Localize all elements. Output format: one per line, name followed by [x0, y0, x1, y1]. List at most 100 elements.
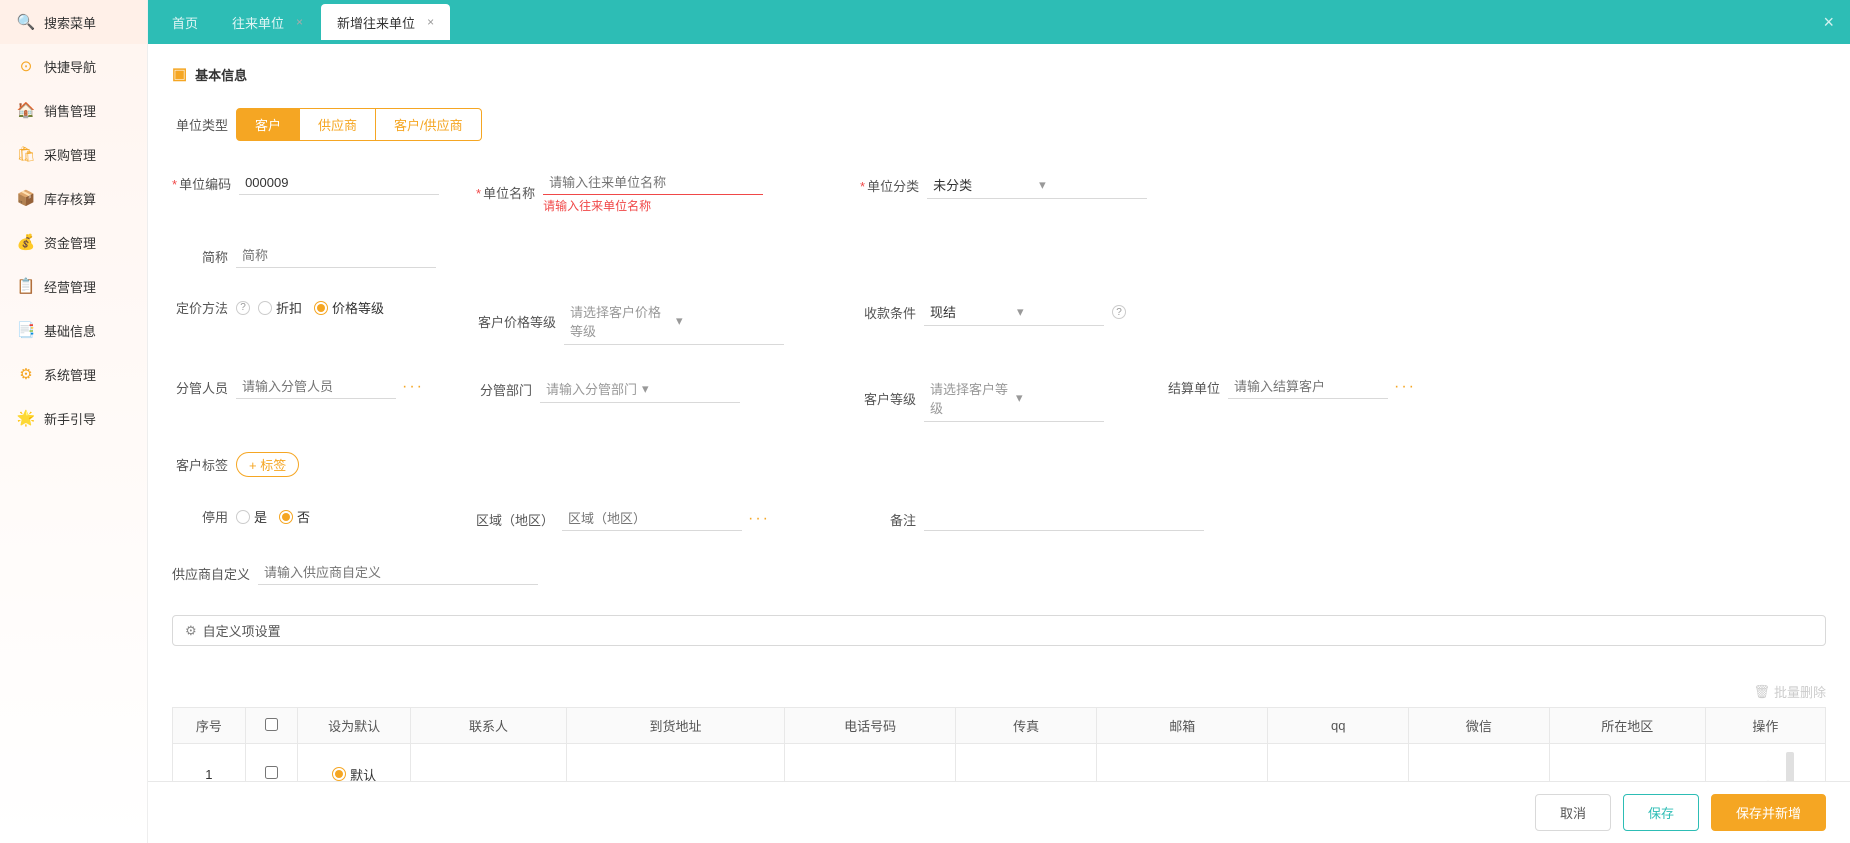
- settlement-unit-input[interactable]: [1228, 375, 1388, 399]
- section-icon: ▣: [172, 64, 187, 84]
- tab-partner[interactable]: 往来单位 ×: [216, 4, 319, 40]
- settlement-more-icon[interactable]: ···: [1394, 378, 1416, 396]
- payment-terms-dropdown[interactable]: 现结 ▾: [924, 298, 1104, 326]
- manager-more-icon[interactable]: ···: [402, 378, 424, 396]
- customer-price-level-dropdown[interactable]: 请选择客户价格等级 ▾: [564, 298, 784, 345]
- cell-qq[interactable]: [1268, 744, 1409, 782]
- radio-inner: [317, 304, 325, 312]
- manager-input[interactable]: [236, 375, 396, 399]
- tab-partner-close[interactable]: ×: [296, 15, 303, 29]
- inventory-icon: 📦: [16, 188, 36, 208]
- manager-label: 分管人员: [172, 378, 228, 397]
- drag-handle-icon[interactable]: [1786, 752, 1794, 781]
- customer-level-field: 客户等级 请选择客户等级 ▾: [860, 375, 1140, 422]
- tab-new-partner-close[interactable]: ×: [427, 15, 434, 29]
- add-tag-button[interactable]: + 标签: [236, 452, 299, 477]
- cell-default[interactable]: 默认: [298, 744, 411, 782]
- col-wechat: 微信: [1409, 708, 1550, 744]
- sidebar-item-label: 库存核算: [44, 189, 96, 208]
- save-and-new-button[interactable]: 保存并新增: [1711, 794, 1826, 831]
- cancel-button[interactable]: 取消: [1535, 794, 1611, 831]
- customer-level-dropdown[interactable]: 请选择客户等级 ▾: [924, 375, 1104, 422]
- remarks-input[interactable]: [924, 507, 1204, 531]
- unit-code-input[interactable]: [239, 171, 439, 195]
- cell-contact[interactable]: [410, 744, 566, 782]
- window-close-button[interactable]: ×: [1815, 12, 1842, 33]
- col-location: 所在地区: [1549, 708, 1705, 744]
- email-input[interactable]: [1137, 767, 1227, 782]
- row-checkbox[interactable]: [265, 766, 278, 779]
- unit-btn-supplier[interactable]: 供应商: [300, 108, 376, 141]
- unit-category-dropdown[interactable]: 未分类 ▾: [927, 171, 1147, 199]
- unit-name-input[interactable]: [543, 171, 763, 195]
- wechat-input[interactable]: [1444, 767, 1514, 782]
- save-button[interactable]: 保存: [1623, 794, 1699, 831]
- unit-name-field: *单位名称 请输入往来单位名称: [476, 171, 836, 214]
- pricing-level-radio[interactable]: 价格等级: [314, 298, 384, 317]
- system-icon: ⚙: [16, 364, 36, 384]
- pricing-method-info-icon[interactable]: ?: [236, 301, 250, 315]
- cell-phone[interactable]: [784, 744, 956, 782]
- pricing-discount-radio[interactable]: 折扣: [258, 298, 302, 317]
- radio-outer-checked: [314, 301, 328, 315]
- cell-checkbox[interactable]: [245, 744, 298, 782]
- col-default: 设为默认: [298, 708, 411, 744]
- batch-delete-button[interactable]: 🗑 批量删除: [1753, 682, 1826, 701]
- payment-terms-info-icon[interactable]: ?: [1112, 305, 1126, 319]
- qq-input[interactable]: [1303, 767, 1373, 782]
- supplier-custom-row: 供应商自定义: [172, 561, 1826, 585]
- sidebar-item-purchase[interactable]: 🛍 采购管理: [0, 132, 147, 176]
- pricing-method-radio-group: 折扣 价格等级: [258, 298, 384, 317]
- tab-new-partner[interactable]: 新增往来单位 ×: [321, 4, 450, 40]
- sidebar-item-funds[interactable]: 💰 资金管理: [0, 220, 147, 264]
- disabled-no-radio[interactable]: 否: [279, 507, 310, 526]
- col-actions: 操作: [1705, 708, 1825, 744]
- cell-location[interactable]: [1549, 744, 1705, 782]
- sidebar-item-inventory[interactable]: 📦 库存核算: [0, 176, 147, 220]
- unit-type-field: 单位类型 客户 供应商 客户/供应商: [172, 108, 482, 141]
- unit-btn-both[interactable]: 客户/供应商: [376, 108, 482, 141]
- disabled-yes-radio[interactable]: 是: [236, 507, 267, 526]
- col-email: 邮箱: [1096, 708, 1268, 744]
- unit-btn-customer[interactable]: 客户: [236, 108, 300, 141]
- disabled-no-label: 否: [297, 507, 310, 526]
- short-name-input[interactable]: [236, 244, 436, 268]
- col-checkbox[interactable]: [245, 708, 298, 744]
- sidebar-item-quicknav[interactable]: ⊙ 快捷导航: [0, 44, 147, 88]
- table-actions: 🗑 批量删除: [172, 682, 1826, 701]
- sidebar-item-basics[interactable]: 📑 基础信息: [0, 308, 147, 352]
- supplier-custom-input[interactable]: [258, 561, 538, 585]
- section-header: ▣ 基本信息: [172, 64, 1826, 84]
- fax-input[interactable]: [991, 767, 1061, 782]
- pricing-discount-label: 折扣: [276, 298, 302, 317]
- sidebar-item-sales[interactable]: 🏠 销售管理: [0, 88, 147, 132]
- sidebar-item-system[interactable]: ⚙ 系统管理: [0, 352, 147, 396]
- address-input[interactable]: [615, 767, 735, 782]
- cell-wechat[interactable]: [1409, 744, 1550, 782]
- sidebar-item-newbie[interactable]: 🌟 新手引导: [0, 396, 147, 440]
- sidebar-item-operations[interactable]: 📋 经营管理: [0, 264, 147, 308]
- disabled-no-inner: [282, 513, 290, 521]
- cell-fax[interactable]: [956, 744, 1097, 782]
- region-more-icon[interactable]: ···: [748, 510, 770, 528]
- contact-input[interactable]: [449, 767, 529, 782]
- tab-home[interactable]: 首页: [156, 4, 214, 40]
- sidebar-item-search[interactable]: 🔍 搜索菜单: [0, 0, 147, 44]
- default-label: 默认: [350, 765, 376, 782]
- cell-address[interactable]: [567, 744, 785, 782]
- cell-seqno: 1: [173, 744, 246, 782]
- phone-input[interactable]: [825, 767, 915, 782]
- default-radio[interactable]: 默认: [308, 765, 400, 782]
- default-radio-outer: [332, 767, 346, 781]
- region-input[interactable]: [562, 507, 742, 531]
- customer-price-level-label: 客户价格等级: [476, 312, 556, 331]
- cell-email[interactable]: [1096, 744, 1268, 782]
- unit-category-label: *单位分类: [860, 176, 919, 195]
- department-dropdown[interactable]: 请输入分管部门 ▾: [540, 375, 740, 403]
- settlement-unit-label: 结算单位: [1164, 378, 1220, 397]
- col-address: 到货地址: [567, 708, 785, 744]
- location-input[interactable]: [1587, 767, 1667, 782]
- select-all-checkbox[interactable]: [265, 718, 278, 731]
- custom-settings-button[interactable]: ⚙ 自定义项设置: [172, 615, 1826, 646]
- department-placeholder: 请输入分管部门: [546, 379, 638, 398]
